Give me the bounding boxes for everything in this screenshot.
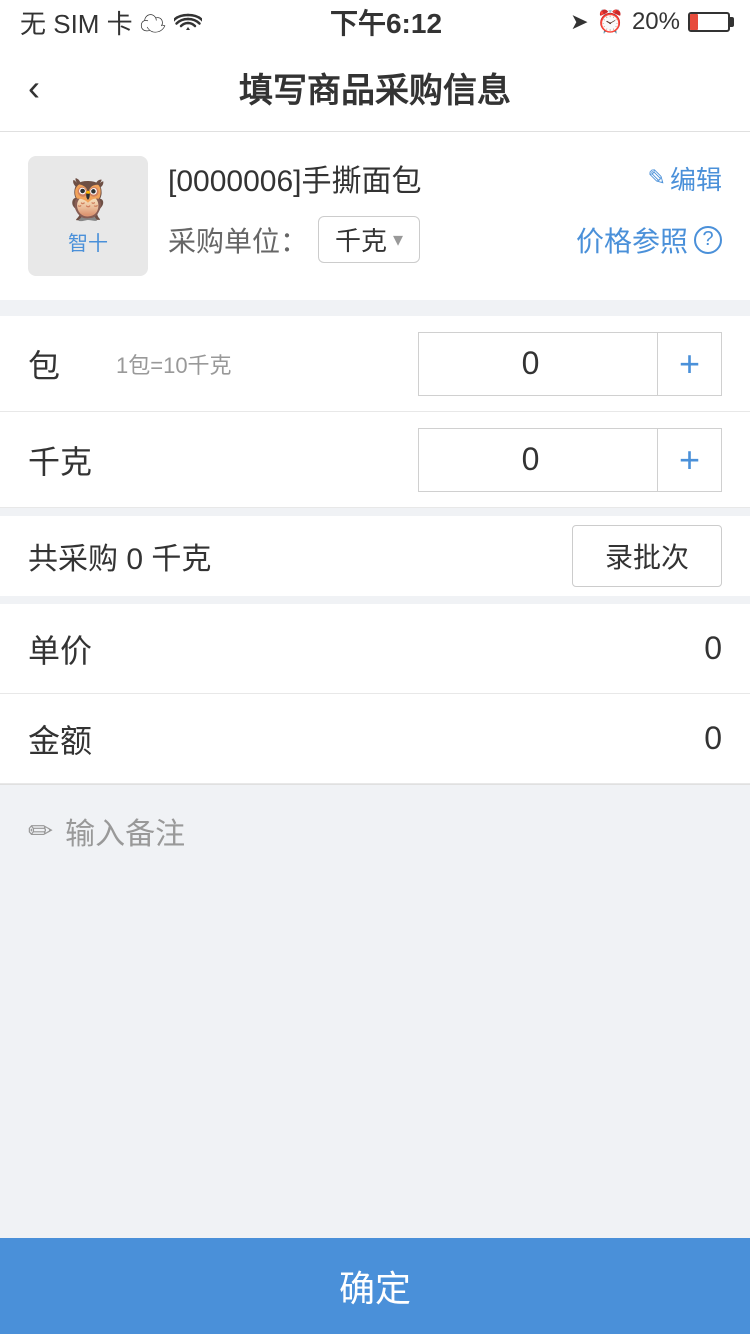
unit-price-value: 0 [704, 630, 722, 667]
confirm-bar[interactable]: 确定 [0, 1238, 750, 1334]
confirm-label: 确定 [339, 1260, 411, 1312]
unit-price-label: 单价 [28, 626, 92, 672]
remark-inner: ✏ 输入备注 [28, 809, 722, 853]
product-name: [0000006]手撕面包 [168, 156, 421, 200]
bag-input-row: 包 1包=10千克 + [0, 316, 750, 412]
pencil-icon: ✏ [28, 814, 53, 849]
price-ref-label: 价格参照 [576, 220, 688, 260]
price-section: 单价 0 金额 0 [0, 604, 750, 784]
bag-input[interactable] [418, 332, 658, 396]
edit-icon: ✎ [648, 165, 666, 191]
thumb-label: 智十 [68, 227, 108, 256]
unit-select[interactable]: 千克 ▾ [318, 216, 420, 263]
remark-section[interactable]: ✏ 输入备注 [0, 784, 750, 904]
amount-label: 金额 [28, 716, 92, 762]
kg-label: 千克 [28, 437, 108, 483]
bag-plus-button[interactable]: + [658, 332, 722, 396]
bag-label: 包 [28, 341, 108, 387]
amount-row: 金额 0 [0, 694, 750, 784]
summary-row: 共采购 0 千克 录批次 [0, 508, 750, 604]
thumb-owl-icon: 🦉 [63, 176, 113, 223]
remark-placeholder: 输入备注 [65, 809, 185, 853]
chevron-down-icon: ▾ [393, 227, 403, 252]
content-fill [0, 904, 750, 1224]
unit-value: 千克 [335, 221, 387, 258]
unit-label: 采购单位： [168, 220, 308, 260]
input-section: 包 1包=10千克 + 千克 + [0, 316, 750, 508]
edit-button[interactable]: ✎ 编辑 [648, 160, 722, 197]
bag-sublabel: 1包=10千克 [116, 348, 418, 380]
amount-value: 0 [704, 720, 722, 757]
kg-input-row: 千克 + [0, 412, 750, 508]
battery-icon [688, 12, 730, 32]
sim-status: 无 SIM 卡 ☁ [20, 4, 166, 41]
summary-text: 共采购 0 千克 [28, 534, 211, 578]
nav-bar: ‹ 填写商品采购信息 [0, 44, 750, 132]
battery-percent: 20% [632, 8, 680, 36]
location-icon: ➤ [570, 9, 588, 35]
product-thumbnail: 🦉 智十 [28, 156, 148, 276]
back-button[interactable]: ‹ [28, 67, 40, 109]
info-icon: ? [694, 226, 722, 254]
separator-1 [0, 308, 750, 316]
unit-price-row: 单价 0 [0, 604, 750, 694]
status-bar: 无 SIM 卡 ☁ 下午6:12 ➤ ⏰ 20% [0, 0, 750, 44]
product-name-row: [0000006]手撕面包 ✎ 编辑 [168, 156, 722, 200]
wifi-icon [174, 7, 202, 38]
product-card: 🦉 智十 [0000006]手撕面包 ✎ 编辑 采购单位： 千克 ▾ 价格参照 … [0, 132, 750, 308]
status-time: 下午6:12 [330, 2, 442, 42]
kg-input[interactable] [418, 428, 658, 492]
kg-plus-button[interactable]: + [658, 428, 722, 492]
page-title: 填写商品采购信息 [239, 63, 511, 112]
price-ref-button[interactable]: 价格参照 ? [576, 220, 722, 260]
status-right: ➤ ⏰ 20% [570, 8, 730, 36]
product-info: [0000006]手撕面包 ✎ 编辑 采购单位： 千克 ▾ 价格参照 ? [168, 156, 722, 263]
bag-input-group: + [418, 332, 722, 396]
purchase-unit-row: 采购单位： 千克 ▾ 价格参照 ? [168, 216, 722, 263]
edit-label: 编辑 [670, 160, 722, 197]
alarm-icon: ⏰ [597, 9, 624, 35]
status-left: 无 SIM 卡 ☁ [20, 4, 202, 41]
kg-input-group: + [418, 428, 722, 492]
batch-button[interactable]: 录批次 [572, 525, 722, 587]
